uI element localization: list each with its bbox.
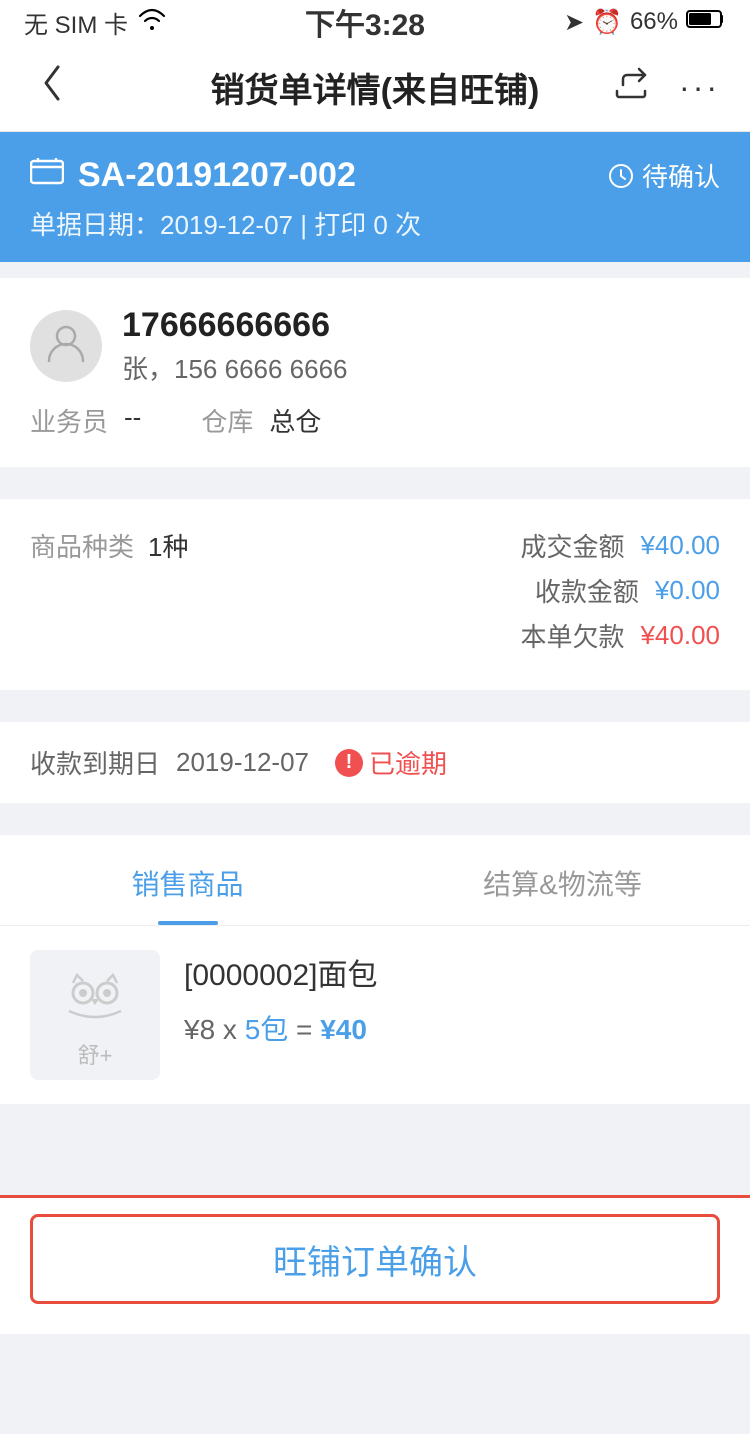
product-info: [0000002]面包 ¥8 x 5包 = ¥40 bbox=[184, 950, 720, 1048]
tab-settlement[interactable]: 结算&物流等 bbox=[375, 835, 750, 925]
more-icon[interactable]: ··· bbox=[679, 69, 720, 106]
overdue-badge: ! 已逾期 bbox=[335, 744, 447, 781]
due-date-value: 2019-12-07 bbox=[176, 747, 309, 778]
tab-settlement-label: 结算&物流等 bbox=[483, 869, 642, 900]
received-label: 收款金额 bbox=[535, 572, 639, 609]
salesperson-label: 业务员 bbox=[30, 402, 108, 439]
received-amount-item: 收款金额 ¥0.00 bbox=[520, 572, 720, 609]
divider-2 bbox=[0, 690, 750, 706]
product-name: [0000002]面包 bbox=[184, 950, 720, 994]
product-type: 商品种类 1种 bbox=[30, 527, 188, 564]
battery-text: 66% bbox=[630, 8, 678, 36]
status-time: 下午3:28 bbox=[305, 0, 425, 44]
carrier-text: 无 SIM 卡 bbox=[24, 5, 128, 40]
status-text: 待确认 bbox=[642, 157, 720, 194]
amount-row: 商品种类 1种 成交金额 ¥40.00 收款金额 ¥0.00 本单欠款 ¥40.… bbox=[30, 527, 720, 662]
order-header: SA-20191207-002 待确认 单据日期：2019-12-07 | 打印… bbox=[0, 132, 750, 262]
order-date: 单据日期：2019-12-07 | 打印 0 次 bbox=[30, 205, 720, 242]
status-bar: 无 SIM 卡 下午3:28 ➤ ⏰ 66% bbox=[0, 0, 750, 44]
alarm-icon: ⏰ bbox=[592, 8, 622, 37]
overdue-text: 已逾期 bbox=[369, 744, 447, 781]
tab-sales-products[interactable]: 销售商品 bbox=[0, 835, 375, 925]
customer-card: 17666666666 张，156 6666 6666 业务员 -- 仓库 总仓 bbox=[0, 278, 750, 467]
order-header-top: SA-20191207-002 待确认 bbox=[30, 156, 720, 195]
amount-details: 成交金额 ¥40.00 收款金额 ¥0.00 本单欠款 ¥40.00 bbox=[520, 527, 720, 662]
product-thumbnail: 舒+ bbox=[30, 950, 160, 1080]
nav-actions: ··· bbox=[613, 65, 720, 110]
avatar bbox=[30, 310, 102, 382]
due-date-label: 收款到期日 bbox=[30, 744, 160, 781]
owed-label: 本单欠款 bbox=[520, 617, 624, 654]
warehouse-label: 仓库 bbox=[201, 402, 253, 439]
customer-phone: 17666666666 bbox=[122, 306, 348, 345]
salesperson-item: 业务员 -- bbox=[30, 402, 141, 439]
transaction-amount-item: 成交金额 ¥40.00 bbox=[520, 527, 720, 564]
owed-value: ¥40.00 bbox=[640, 620, 720, 651]
product-card: 舒+ [0000002]面包 ¥8 x 5包 = ¥40 bbox=[0, 926, 750, 1104]
confirm-label: 旺铺订单确认 bbox=[273, 1235, 477, 1284]
amount-card: 商品种类 1种 成交金额 ¥40.00 收款金额 ¥0.00 本单欠款 ¥40.… bbox=[0, 499, 750, 690]
tabs-container: 销售商品 结算&物流等 bbox=[0, 835, 750, 926]
order-status: 待确认 bbox=[608, 157, 720, 194]
nav-bar: 销货单详情(来自旺铺) ··· bbox=[0, 44, 750, 132]
person-icon bbox=[45, 321, 87, 372]
page-title: 销货单详情(来自旺铺) bbox=[211, 63, 540, 112]
transaction-value: ¥40.00 bbox=[640, 530, 720, 561]
divider-3 bbox=[0, 803, 750, 819]
location-icon: ➤ bbox=[564, 8, 584, 37]
wifi-icon bbox=[138, 8, 166, 37]
back-button[interactable] bbox=[30, 53, 74, 123]
status-left: 无 SIM 卡 bbox=[24, 5, 166, 40]
product-type-value: 1种 bbox=[148, 527, 188, 564]
product-type-label: 商品种类 bbox=[30, 527, 134, 564]
price-base: ¥8 x bbox=[184, 1014, 245, 1045]
price-eq: = bbox=[288, 1014, 320, 1045]
price-qty: 5包 bbox=[245, 1014, 289, 1045]
price-total: ¥40 bbox=[320, 1014, 367, 1045]
order-icon bbox=[30, 156, 64, 195]
status-right: ➤ ⏰ 66% bbox=[564, 8, 726, 37]
received-value: ¥0.00 bbox=[655, 575, 720, 606]
due-date-card: 收款到期日 2019-12-07 ! 已逾期 bbox=[0, 722, 750, 803]
order-id: SA-20191207-002 bbox=[30, 156, 356, 195]
product-price: ¥8 x 5包 = ¥40 bbox=[184, 1008, 720, 1048]
transaction-label: 成交金额 bbox=[520, 527, 624, 564]
overdue-icon: ! bbox=[335, 749, 363, 777]
divider-1 bbox=[0, 467, 750, 483]
customer-row: 17666666666 张，156 6666 6666 bbox=[30, 306, 720, 386]
warehouse-value: 总仓 bbox=[269, 402, 321, 439]
warehouse-item: 仓库 总仓 bbox=[201, 402, 321, 439]
customer-sub: 张，156 6666 6666 bbox=[122, 349, 348, 386]
customer-info: 17666666666 张，156 6666 6666 bbox=[122, 306, 348, 386]
logo-text: 舒+ bbox=[55, 1043, 135, 1069]
owed-amount-item: 本单欠款 ¥40.00 bbox=[520, 617, 720, 654]
salesperson-value: -- bbox=[124, 402, 141, 439]
order-id-text: SA-20191207-002 bbox=[78, 156, 356, 195]
confirm-button[interactable]: 旺铺订单确认 bbox=[30, 1214, 720, 1304]
tab-sales-label: 销售商品 bbox=[131, 869, 243, 900]
customer-meta: 业务员 -- 仓库 总仓 bbox=[30, 402, 720, 439]
battery-icon bbox=[686, 8, 726, 37]
share-icon[interactable] bbox=[613, 65, 649, 110]
product-logo: 舒+ bbox=[55, 961, 135, 1069]
bottom-bar: 旺铺订单确认 bbox=[0, 1195, 750, 1334]
